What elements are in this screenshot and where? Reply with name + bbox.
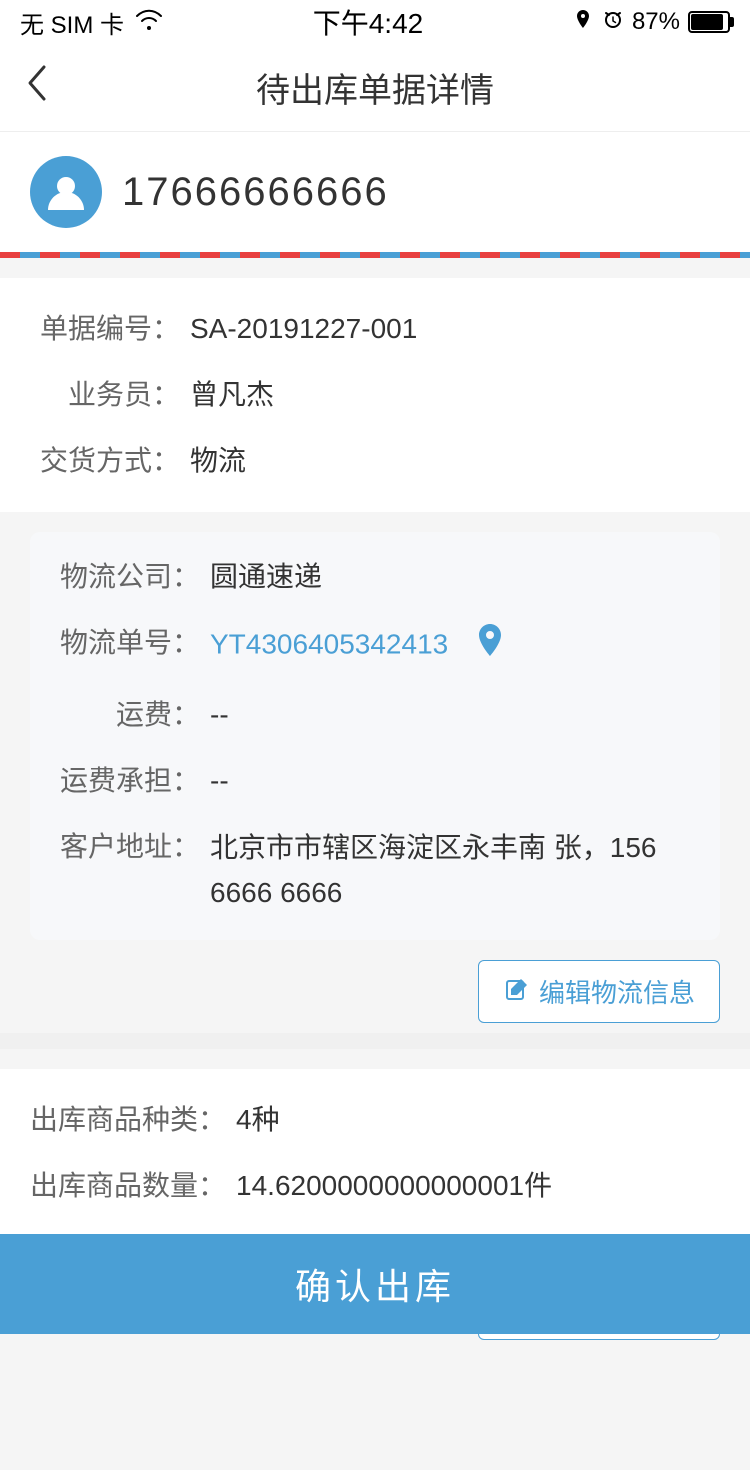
freight-bearer-row: 运费承担： -- [50, 760, 700, 802]
freight-row: 运费： -- [50, 694, 700, 736]
section-divider [0, 1033, 750, 1049]
freight-bearer-value: -- [210, 760, 700, 802]
document-number-value: SA-20191227-001 [190, 308, 720, 350]
edit-logistics-row: 编辑物流信息 [0, 940, 750, 1033]
customer-header: 17666666666 [0, 132, 750, 252]
logistics-company-row: 物流公司： 圆通速递 [50, 556, 700, 598]
tracking-number-row: 物流单号： YT43064053424​13 [50, 622, 700, 670]
product-types-row: 出库商品种类： 4种 [30, 1099, 720, 1141]
freight-bearer-label: 运费承担： [50, 760, 210, 802]
customer-phone: 17666666666 [122, 170, 389, 215]
wifi-icon [134, 8, 164, 36]
logistics-company-label: 物流公司： [50, 556, 210, 598]
salesperson-label: 业务员： [30, 374, 190, 416]
battery-percent: 87% [632, 8, 680, 36]
tracking-number-value: YT43064053424​13 [210, 622, 700, 670]
product-quantity-label: 出库商品数量： [30, 1165, 236, 1207]
customer-section: 17666666666 [0, 132, 750, 258]
order-info-section: 单据编号： SA-20191227-001 业务员： 曾凡杰 交货方式： 物流 [0, 278, 750, 512]
customer-address-value: 北京市市辖区海淀区永丰南 张，156 6666 6666 [210, 826, 700, 916]
freight-value: -- [210, 694, 700, 736]
salesperson-row: 业务员： 曾凡杰 [30, 374, 720, 416]
alarm-icon [602, 8, 624, 37]
status-left: 无 SIM 卡 [20, 5, 164, 40]
product-types-value: 4种 [236, 1099, 720, 1141]
product-types-label: 出库商品种类： [30, 1099, 236, 1141]
carrier-text: 无 SIM 卡 [20, 5, 124, 40]
delivery-method-value: 物流 [190, 440, 720, 482]
avatar [30, 156, 102, 228]
status-bar: 无 SIM 卡 下午4:42 87% [0, 0, 750, 44]
confirm-btn-label: 确认出库 [295, 1258, 455, 1310]
dashed-divider [0, 252, 750, 258]
tracking-location-icon[interactable] [472, 622, 508, 670]
product-quantity-value: 14.62000000000000​01件 [236, 1165, 720, 1207]
tracking-number-label: 物流单号： [50, 622, 210, 664]
confirm-outbound-button[interactable]: 确认出库 [0, 1234, 750, 1334]
logistics-card: 物流公司： 圆通速递 物流单号： YT43064053424​13 运费： --… [30, 532, 720, 940]
customer-address-label: 客户地址： [50, 826, 210, 868]
product-quantity-row: 出库商品数量： 14.62000000000000​01件 [30, 1165, 720, 1207]
edit-logistics-button[interactable]: 编辑物流信息 [478, 960, 720, 1023]
salesperson-value: 曾凡杰 [190, 374, 720, 416]
logistics-company-value: 圆通速递 [210, 556, 700, 598]
location-service-icon [572, 8, 594, 37]
freight-label: 运费： [50, 694, 210, 736]
customer-address-row: 客户地址： 北京市市辖区海淀区永丰南 张，156 6666 6666 [50, 826, 700, 916]
delivery-method-label: 交货方式： [30, 440, 190, 482]
battery-icon [688, 11, 730, 33]
nav-bar: 待出库单据详情 [0, 44, 750, 132]
status-time: 下午4:42 [313, 2, 424, 42]
status-right: 87% [572, 8, 730, 37]
document-number-row: 单据编号： SA-20191227-001 [30, 308, 720, 350]
page-title: 待出库单据详情 [256, 63, 494, 112]
document-number-label: 单据编号： [30, 308, 190, 350]
back-button[interactable] [24, 63, 48, 113]
warehouse-info-section: 出库商品种类： 4种 出库商品数量： 14.62000000000000​01件 [0, 1069, 750, 1237]
delivery-method-row: 交货方式： 物流 [30, 440, 720, 482]
